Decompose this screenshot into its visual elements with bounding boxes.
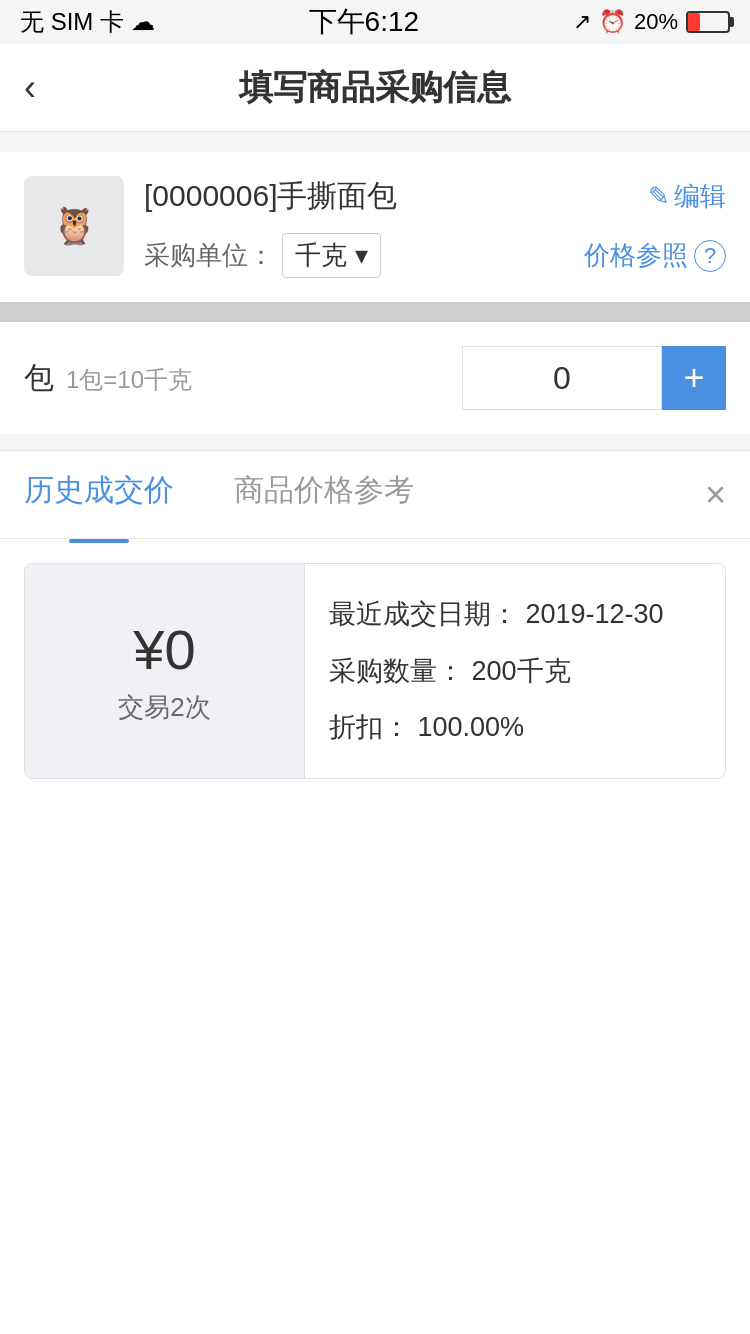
qty-hint: 1包=10千克: [66, 364, 192, 396]
tab-close-button[interactable]: ×: [705, 474, 726, 516]
status-bar: 无 SIM 卡 ☁ 下午6:12 ↗ ⏰ 20%: [0, 0, 750, 44]
status-right: ↗ ⏰ 20%: [573, 9, 730, 35]
divider-bar: [0, 302, 750, 322]
unit-select-dropdown[interactable]: 千克 ▾: [282, 233, 381, 278]
unit-section: 采购单位： 千克 ▾: [144, 233, 381, 278]
transaction-right: 最近成交日期： 2019-12-30 采购数量： 200千克 折扣： 100.0…: [305, 564, 725, 778]
tab-list: 历史成交价 商品价格参考: [24, 470, 414, 519]
alarm-icon: ⏰: [599, 9, 626, 35]
price-ref-icon: ?: [694, 240, 726, 272]
page-title: 填写商品采购信息: [239, 65, 511, 111]
recent-date-label: 最近成交日期：: [329, 599, 518, 629]
unit-label: 采购单位：: [144, 238, 274, 273]
sim-wifi-label: 无 SIM 卡 ☁: [20, 6, 155, 38]
product-info: [0000006]手撕面包 ✎ 编辑 采购单位： 千克 ▾ 价格参照 ?: [144, 176, 726, 278]
price-ref-label: 价格参照: [584, 238, 688, 273]
status-time: 下午6:12: [309, 3, 420, 41]
tab-header: 历史成交价 商品价格参考 ×: [0, 451, 750, 539]
quantity-value: 200千克: [472, 656, 571, 686]
edit-label: 编辑: [674, 179, 726, 214]
recent-date-value: 2019-12-30: [526, 599, 664, 629]
bottom-space: [0, 803, 750, 1335]
back-button[interactable]: ‹: [24, 67, 36, 109]
unit-row: 采购单位： 千克 ▾ 价格参照 ?: [144, 233, 726, 278]
purchase-qty-row: 采购数量： 200千克: [329, 651, 701, 692]
qty-input-group: +: [462, 346, 726, 410]
qty-input[interactable]: [462, 346, 662, 410]
unit-value: 千克: [295, 238, 347, 273]
dropdown-icon: ▾: [355, 240, 368, 271]
qty-label-group: 包 1包=10千克: [24, 358, 192, 399]
product-thumb-icon: 🦉: [52, 205, 97, 247]
discount-row: 折扣： 100.00%: [329, 707, 701, 748]
tab-reference-label: 商品价格参考: [234, 473, 414, 506]
battery-percent: 20%: [634, 9, 678, 35]
product-name-row: [0000006]手撕面包 ✎ 编辑: [144, 176, 726, 217]
recent-date-row: 最近成交日期： 2019-12-30: [329, 594, 701, 635]
location-icon: ↗: [573, 9, 591, 35]
product-card: 🦉 [0000006]手撕面包 ✎ 编辑 采购单位： 千克 ▾ 价格参照 ?: [0, 152, 750, 302]
transaction-left: ¥0 交易2次: [25, 564, 305, 778]
battery-icon: [686, 11, 730, 33]
tab-content: ¥0 交易2次 最近成交日期： 2019-12-30 采购数量： 200千克 折…: [0, 539, 750, 803]
transaction-price: ¥0: [133, 617, 195, 682]
discount-value: 100.00%: [418, 712, 525, 742]
product-thumbnail: 🦉: [24, 176, 124, 276]
tab-history-price[interactable]: 历史成交价: [24, 470, 174, 519]
transaction-card: ¥0 交易2次 最近成交日期： 2019-12-30 采购数量： 200千克 折…: [24, 563, 726, 779]
quantity-row: 包 1包=10千克 +: [0, 322, 750, 434]
edit-button[interactable]: ✎ 编辑: [648, 179, 726, 214]
nav-bar: ‹ 填写商品采购信息: [0, 44, 750, 132]
tab-area: 历史成交价 商品价格参考 × ¥0 交易2次 最近成交日期： 2019-12-3…: [0, 450, 750, 803]
qty-unit-label: 包: [24, 358, 54, 399]
price-reference-button[interactable]: 价格参照 ?: [584, 238, 726, 273]
product-name: [0000006]手撕面包: [144, 176, 397, 217]
edit-icon: ✎: [648, 181, 670, 212]
quantity-label: 采购数量：: [329, 656, 464, 686]
discount-label: 折扣：: [329, 712, 410, 742]
tab-history-label: 历史成交价: [24, 473, 174, 506]
status-left: 无 SIM 卡 ☁: [20, 6, 155, 38]
trade-count: 交易2次: [118, 690, 210, 725]
qty-plus-button[interactable]: +: [662, 346, 726, 410]
tab-product-reference[interactable]: 商品价格参考: [234, 470, 414, 519]
